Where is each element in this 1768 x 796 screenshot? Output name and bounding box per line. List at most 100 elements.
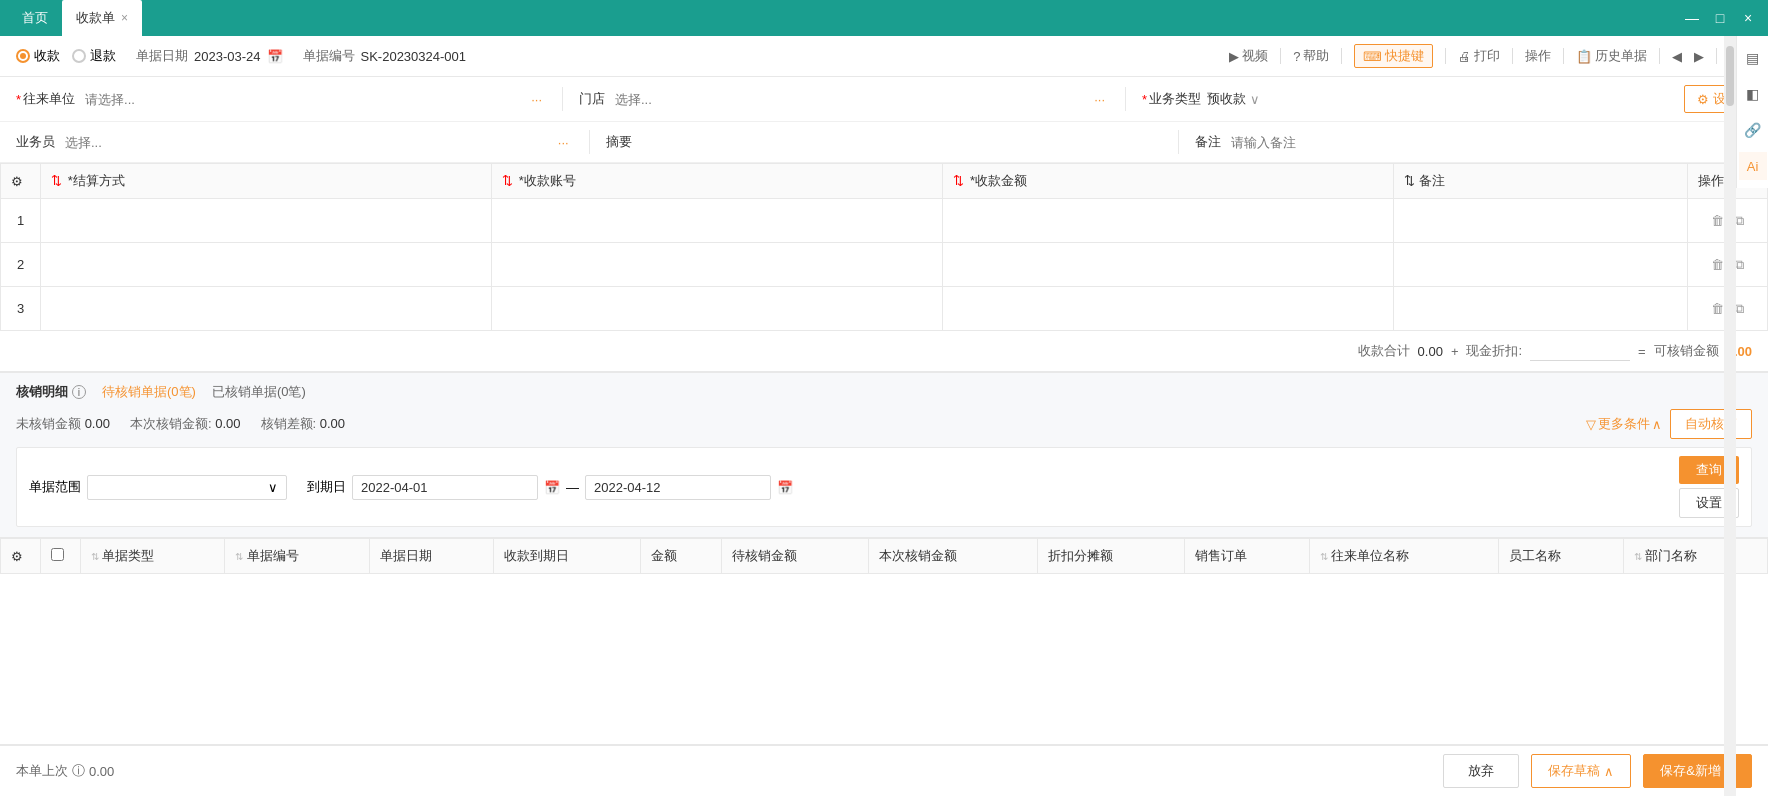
- date-value[interactable]: 2023-03-24: [194, 49, 261, 64]
- divider7: [1716, 48, 1717, 64]
- active-tab-label: 收款单: [76, 0, 115, 36]
- payment-method-2[interactable]: [41, 243, 492, 287]
- select-all-checkbox[interactable]: [51, 548, 64, 561]
- remark-1[interactable]: [1394, 199, 1688, 243]
- bottom-checkbox-header[interactable]: [41, 539, 81, 574]
- discount-input[interactable]: [1530, 341, 1630, 361]
- bottom-gear-header[interactable]: ⚙: [1, 539, 41, 574]
- due-date-label: 到期日: [307, 478, 346, 496]
- diff-stat: 核销差额: 0.00: [261, 415, 346, 433]
- counterpart-input[interactable]: [81, 85, 527, 113]
- active-tab[interactable]: 收款单 ×: [62, 0, 142, 36]
- plus-sign: +: [1451, 344, 1459, 359]
- done-tab[interactable]: 已核销单据(0笔): [212, 383, 306, 401]
- delete-icon-2[interactable]: 🗑: [1711, 257, 1724, 272]
- scrollbar[interactable]: [1724, 36, 1736, 796]
- save-draft-button[interactable]: 保存草稿 ∧: [1531, 754, 1631, 788]
- copy-icon-2[interactable]: ⧉: [1735, 257, 1744, 272]
- delete-icon-3[interactable]: 🗑: [1711, 301, 1724, 316]
- date-range-filter: 到期日 📅 — 📅: [307, 475, 793, 500]
- history-action[interactable]: 📋 历史单据: [1576, 47, 1647, 65]
- remark-3[interactable]: [1394, 287, 1688, 331]
- bottom-table-section: ⚙ ⇅ 单据类型 ⇅ 单据编号 单据日期: [0, 538, 1768, 744]
- due-date-end-input[interactable]: [585, 475, 771, 500]
- due-date-start-input[interactable]: [352, 475, 538, 500]
- current-label: 本单上次: [16, 762, 68, 780]
- payment-method-3[interactable]: [41, 287, 492, 331]
- ai-label: Ai: [1747, 159, 1759, 174]
- help-action[interactable]: ? 帮助: [1293, 47, 1329, 65]
- minimize-button[interactable]: —: [1680, 6, 1704, 30]
- biz-type-select[interactable]: 预收款 ∨: [1207, 90, 1260, 108]
- remark-2[interactable]: [1394, 243, 1688, 287]
- close-button[interactable]: ×: [1736, 6, 1760, 30]
- discard-button[interactable]: 放弃: [1443, 754, 1519, 788]
- col-settings-header[interactable]: ⚙: [1, 164, 41, 199]
- copy-icon-1[interactable]: ⧉: [1735, 213, 1744, 228]
- more-conditions-btn[interactable]: ▽ 更多条件 ∧: [1586, 415, 1662, 433]
- summary-input[interactable]: [638, 128, 1163, 156]
- home-tab[interactable]: 首页: [8, 0, 62, 36]
- row-num-2: 2: [1, 243, 41, 287]
- salesperson-input[interactable]: [61, 128, 554, 156]
- copy-icon-3[interactable]: ⧉: [1735, 301, 1744, 316]
- amount-2[interactable]: [943, 243, 1394, 287]
- auto-hexiao-button[interactable]: 自动核销: [1670, 409, 1752, 439]
- separator2: [1125, 87, 1126, 111]
- range-select[interactable]: ∨: [87, 475, 287, 500]
- account-2[interactable]: [492, 243, 943, 287]
- radio-refund[interactable]: 退款: [72, 47, 116, 65]
- amount-1[interactable]: [943, 199, 1394, 243]
- print-action[interactable]: 🖨 打印: [1458, 47, 1500, 65]
- sidebar-layout-icon[interactable]: ◧: [1739, 80, 1767, 108]
- biz-type-value: 预收款: [1207, 90, 1246, 108]
- video-icon: ▶: [1229, 49, 1239, 64]
- sidebar-ai-icon[interactable]: Ai: [1739, 152, 1767, 180]
- account-1[interactable]: [492, 199, 943, 243]
- calendar-start-icon[interactable]: 📅: [544, 480, 560, 495]
- account-3[interactable]: [492, 287, 943, 331]
- print-label: 打印: [1474, 47, 1500, 65]
- divider5: [1563, 48, 1564, 64]
- shortcut-action[interactable]: ⌨ 快捷键: [1354, 44, 1433, 68]
- radio-refund-dot: [72, 49, 86, 63]
- amount-3[interactable]: [943, 287, 1394, 331]
- payment-method-1[interactable]: [41, 199, 492, 243]
- remark-input[interactable]: [1227, 128, 1752, 156]
- next-arrow[interactable]: ▶: [1694, 49, 1704, 64]
- col-pending-header: 待核销金额: [721, 539, 868, 574]
- unchecked-label: 未核销金额: [16, 416, 81, 431]
- main-content: 收款 退款 单据日期 2023-03-24 📅 单据编号 SK-20230324…: [0, 36, 1768, 796]
- prev-arrow[interactable]: ◀: [1672, 49, 1682, 64]
- unchecked-value: 0.00: [85, 416, 110, 431]
- separator4: [1178, 130, 1179, 154]
- salesperson-more[interactable]: ···: [554, 135, 573, 150]
- store-input[interactable]: [611, 85, 1090, 113]
- summary-label: 摘要: [606, 133, 632, 151]
- type-sort-icon: ⇅: [91, 551, 99, 562]
- sidebar-link-icon[interactable]: 🔗: [1739, 116, 1767, 144]
- pending-tab[interactable]: 待核销单据(0笔): [102, 383, 196, 401]
- store-more[interactable]: ···: [1090, 92, 1109, 107]
- col-remark-header: ⇅ 备注: [1394, 164, 1688, 199]
- calendar-end-icon[interactable]: 📅: [777, 480, 793, 495]
- settings-gear-icon: ⚙: [11, 174, 23, 189]
- col-counterpart-header: ⇅ 往来单位名称: [1310, 539, 1499, 574]
- delete-icon-1[interactable]: 🗑: [1711, 213, 1724, 228]
- video-action[interactable]: ▶ 视频: [1229, 47, 1268, 65]
- restore-button[interactable]: □: [1708, 6, 1732, 30]
- counterpart-more[interactable]: ···: [527, 92, 546, 107]
- footer-info-icon[interactable]: ⓘ: [72, 762, 85, 780]
- col-current-hexiao-header: 本次核销金额: [868, 539, 1037, 574]
- hexiao-info-icon[interactable]: i: [72, 385, 86, 399]
- hexiao-header: 核销明细 i 待核销单据(0笔) 已核销单据(0笔): [16, 383, 1752, 401]
- sidebar-table-icon[interactable]: ▤: [1739, 44, 1767, 72]
- operations-action[interactable]: 操作: [1525, 47, 1551, 65]
- radio-collection[interactable]: 收款: [16, 47, 60, 65]
- col-department-header: ⇅ 部门名称: [1623, 539, 1767, 574]
- date-calendar-icon[interactable]: 📅: [267, 49, 283, 64]
- col-due-date-header: 收款到期日: [494, 539, 641, 574]
- row-num-3: 3: [1, 287, 41, 331]
- close-tab-icon[interactable]: ×: [121, 0, 128, 36]
- scroll-thumb[interactable]: [1726, 46, 1734, 106]
